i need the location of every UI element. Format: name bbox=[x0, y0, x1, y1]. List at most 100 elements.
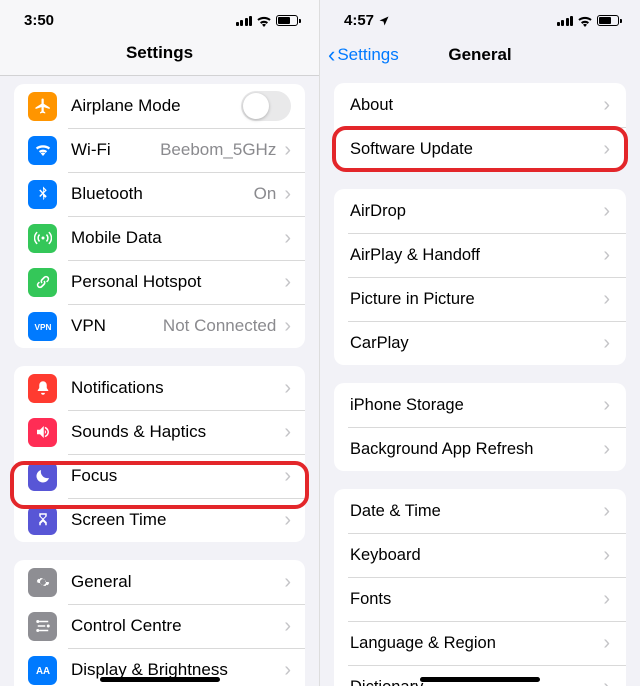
wifi-icon bbox=[28, 136, 57, 165]
chevron-right-icon: › bbox=[284, 378, 291, 398]
general-screen: 4:57 ‹ Settings General About›Software U… bbox=[320, 0, 640, 686]
row-bluetooth[interactable]: Bluetooth On › bbox=[14, 172, 305, 216]
chevron-right-icon: › bbox=[284, 422, 291, 442]
svg-text:AA: AA bbox=[35, 666, 49, 677]
back-button[interactable]: ‹ Settings bbox=[328, 44, 399, 66]
row-airplane-mode[interactable]: Airplane Mode bbox=[14, 84, 305, 128]
aa-icon: AA bbox=[28, 656, 57, 685]
general-group: iPhone Storage›Background App Refresh› bbox=[334, 383, 626, 471]
settings-content[interactable]: Airplane Mode Wi-Fi Beebom_5GHz › Bluetooth O… bbox=[0, 84, 319, 686]
row-personal-hotspot[interactable]: Personal Hotspot › bbox=[14, 260, 305, 304]
row-screen-time[interactable]: Screen Time › bbox=[14, 498, 305, 542]
row-label: Control Centre bbox=[71, 616, 276, 636]
battery-icon bbox=[276, 15, 301, 26]
row-background-app-refresh[interactable]: Background App Refresh› bbox=[334, 427, 626, 471]
row-fonts[interactable]: Fonts› bbox=[334, 577, 626, 621]
row-control-centre[interactable]: Control Centre › bbox=[14, 604, 305, 648]
row-mobile-data[interactable]: Mobile Data › bbox=[14, 216, 305, 260]
home-indicator[interactable] bbox=[100, 677, 220, 682]
svg-text:VPN: VPN bbox=[34, 323, 51, 332]
row-label: Background App Refresh bbox=[350, 440, 595, 459]
chevron-right-icon: › bbox=[284, 510, 291, 530]
chevron-right-icon: › bbox=[284, 466, 291, 486]
chevron-right-icon: › bbox=[603, 589, 610, 609]
row-label: Wi-Fi bbox=[71, 140, 152, 160]
chevron-left-icon: ‹ bbox=[328, 44, 335, 66]
row-sounds-haptics[interactable]: Sounds & Haptics › bbox=[14, 410, 305, 454]
status-bar: 4:57 bbox=[320, 0, 640, 35]
link-icon bbox=[28, 268, 57, 297]
row-language-region[interactable]: Language & Region› bbox=[334, 621, 626, 665]
settings-group: General›Control Centre›AADisplay & Brigh… bbox=[14, 560, 305, 686]
row-about[interactable]: About› bbox=[334, 83, 626, 127]
toggle[interactable] bbox=[241, 91, 291, 121]
vpn-icon: VPN bbox=[28, 312, 57, 341]
general-group: About› Software Update › bbox=[334, 83, 626, 171]
row-detail: Not Connected bbox=[163, 316, 276, 336]
row-date-time[interactable]: Date & Time› bbox=[334, 489, 626, 533]
general-content[interactable]: About›Software Update›AirDrop›AirPlay & … bbox=[320, 83, 640, 686]
gear-icon bbox=[28, 568, 57, 597]
row-label: Mobile Data bbox=[71, 228, 276, 248]
row-label: General bbox=[71, 572, 276, 592]
location-icon bbox=[378, 15, 390, 27]
row-airdrop[interactable]: AirDrop› bbox=[334, 189, 626, 233]
row-label: Personal Hotspot bbox=[71, 272, 276, 292]
home-indicator[interactable] bbox=[420, 677, 540, 682]
row-label: Sounds & Haptics bbox=[71, 422, 276, 442]
chevron-right-icon: › bbox=[603, 95, 610, 115]
row-label: VPN bbox=[71, 316, 155, 336]
page-title: Settings bbox=[126, 43, 193, 63]
row-dictionary[interactable]: Dictionary› bbox=[334, 665, 626, 686]
page-title: General bbox=[448, 45, 511, 65]
row-label: Language & Region bbox=[350, 634, 595, 653]
chevron-right-icon: › bbox=[284, 272, 291, 292]
bluetooth-icon bbox=[28, 180, 57, 209]
switches-icon bbox=[28, 612, 57, 641]
speaker-icon bbox=[28, 418, 57, 447]
chevron-right-icon: › bbox=[603, 677, 610, 686]
chevron-right-icon: › bbox=[284, 572, 291, 592]
row-carplay[interactable]: CarPlay › bbox=[334, 321, 626, 365]
settings-group: Airplane Mode Wi-Fi Beebom_5GHz › Bluetooth O… bbox=[14, 84, 305, 348]
row-detail: On bbox=[254, 184, 277, 204]
chevron-right-icon: › bbox=[284, 660, 291, 680]
row-label: AirPlay & Handoff bbox=[350, 246, 595, 265]
bell-icon bbox=[28, 374, 57, 403]
row-iphone-storage[interactable]: iPhone Storage› bbox=[334, 383, 626, 427]
chevron-right-icon: › bbox=[603, 501, 610, 521]
row-label: CarPlay bbox=[350, 334, 595, 353]
hourglass-icon bbox=[28, 506, 57, 535]
row-label: Bluetooth bbox=[71, 184, 246, 204]
general-group: Date & Time›Keyboard›Fonts›Language & Re… bbox=[334, 489, 626, 686]
chevron-right-icon: › bbox=[603, 333, 610, 353]
status-time: 4:57 bbox=[344, 12, 374, 29]
row-general[interactable]: General › bbox=[14, 560, 305, 604]
row-airplay-handoff[interactable]: AirPlay & Handoff› bbox=[334, 233, 626, 277]
row-keyboard[interactable]: Keyboard› bbox=[334, 533, 626, 577]
nav-bar: ‹ Settings General bbox=[320, 35, 640, 83]
row-label: Notifications bbox=[71, 378, 276, 398]
chevron-right-icon: › bbox=[603, 201, 610, 221]
chevron-right-icon: › bbox=[284, 140, 291, 160]
row-wi-fi[interactable]: Wi-Fi Beebom_5GHz › bbox=[14, 128, 305, 172]
row-label: Software Update bbox=[350, 140, 595, 159]
row-focus[interactable]: Focus › bbox=[14, 454, 305, 498]
row-label: Keyboard bbox=[350, 546, 595, 565]
status-bar: 3:50 bbox=[0, 0, 319, 35]
wifi-icon bbox=[577, 15, 593, 27]
row-notifications[interactable]: Notifications › bbox=[14, 366, 305, 410]
battery-icon bbox=[597, 15, 622, 26]
chevron-right-icon: › bbox=[603, 139, 610, 159]
row-vpn[interactable]: VPNVPNNot Connected› bbox=[14, 304, 305, 348]
row-picture-in-picture[interactable]: Picture in Picture› bbox=[334, 277, 626, 321]
chevron-right-icon: › bbox=[284, 184, 291, 204]
row-label: Focus bbox=[71, 466, 276, 486]
row-detail: Beebom_5GHz bbox=[160, 140, 276, 160]
chevron-right-icon: › bbox=[284, 228, 291, 248]
chevron-right-icon: › bbox=[603, 395, 610, 415]
row-label: Screen Time bbox=[71, 510, 276, 530]
row-software-update[interactable]: Software Update › bbox=[334, 127, 626, 171]
status-time: 3:50 bbox=[24, 12, 54, 29]
chevron-right-icon: › bbox=[284, 616, 291, 636]
